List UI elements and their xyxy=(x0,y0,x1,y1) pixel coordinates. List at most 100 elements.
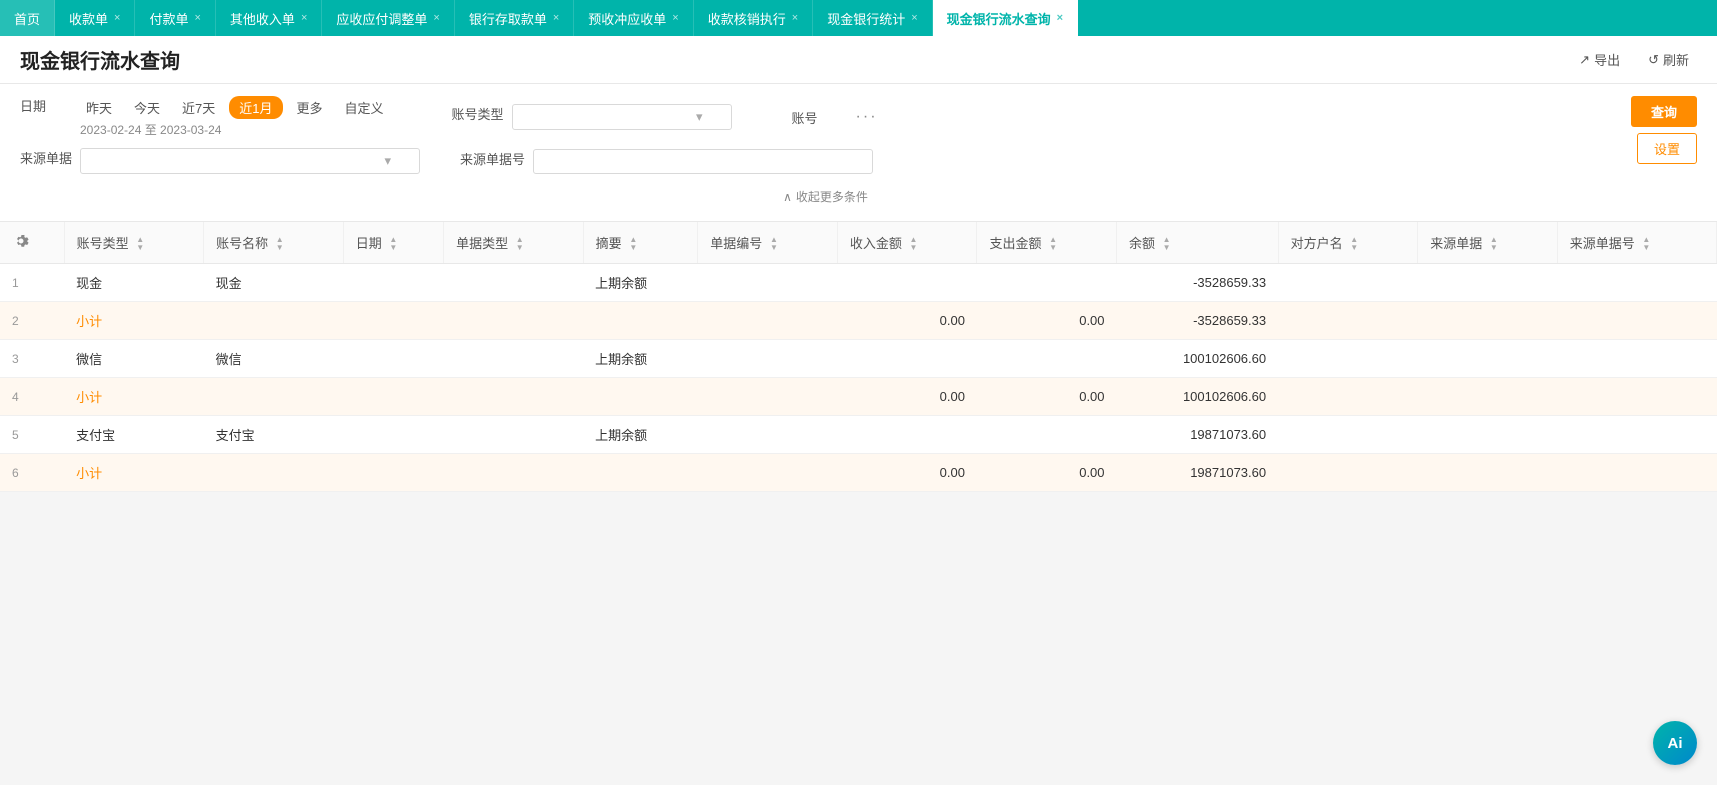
close-bank-stats-icon[interactable]: × xyxy=(911,12,917,24)
th-doc-type[interactable]: 单据类型 ▲▼ xyxy=(444,222,584,264)
close-payment-icon[interactable]: × xyxy=(194,12,200,24)
nav-bank-deposit[interactable]: 银行存取款单 × xyxy=(455,0,574,36)
nav-receipt[interactable]: 收款单 × xyxy=(55,0,135,36)
sort-counterpart[interactable]: ▲▼ xyxy=(1350,236,1358,252)
cell-income: 0.00 xyxy=(837,302,977,340)
cell-source-doc-no xyxy=(1557,454,1716,492)
cell-doc-no xyxy=(698,302,838,340)
th-account-name[interactable]: 账号名称 ▲▼ xyxy=(204,222,344,264)
table-row[interactable]: 4小计0.000.00100102606.60 xyxy=(0,378,1717,416)
cell-income: 0.00 xyxy=(837,378,977,416)
cell-doc-type xyxy=(444,378,584,416)
cell-balance: 100102606.60 xyxy=(1117,378,1279,416)
source-doc-select[interactable] xyxy=(80,148,420,174)
filter-row-2: 来源单据 来源单据号 xyxy=(20,148,1631,174)
sort-income[interactable]: ▲▼ xyxy=(910,236,918,252)
cell-doc-type xyxy=(444,302,584,340)
date-opt-today[interactable]: 今天 xyxy=(126,96,168,119)
date-opt-yesterday[interactable]: 昨天 xyxy=(78,96,120,119)
nav-payment[interactable]: 付款单 × xyxy=(135,0,215,36)
cell-account-name xyxy=(204,454,344,492)
ai-badge[interactable]: Ai xyxy=(1653,721,1697,765)
sort-expense[interactable]: ▲▼ xyxy=(1049,236,1057,252)
date-opt-1month[interactable]: 近1月 xyxy=(229,96,282,119)
close-collection-icon[interactable]: × xyxy=(792,12,798,24)
close-adjustment-icon[interactable]: × xyxy=(433,12,439,24)
nav-adjustment[interactable]: 应收应付调整单 × xyxy=(322,0,454,36)
date-options: 昨天 今天 近7天 近1月 更多 自定义 xyxy=(78,96,392,119)
th-income[interactable]: 收入金额 ▲▼ xyxy=(837,222,977,264)
close-bank-deposit-icon[interactable]: × xyxy=(553,12,559,24)
nav-other-income[interactable]: 其他收入单 × xyxy=(216,0,322,36)
close-prepay-icon[interactable]: × xyxy=(672,12,678,24)
account-type-select[interactable] xyxy=(512,104,732,130)
cell-doc-no xyxy=(698,416,838,454)
sort-source-doc[interactable]: ▲▼ xyxy=(1490,236,1498,252)
export-button[interactable]: ↗ 导出 xyxy=(1571,46,1628,73)
sort-source-doc-no[interactable]: ▲▼ xyxy=(1642,236,1650,252)
account-dots-button[interactable]: ··· xyxy=(850,108,884,126)
th-doc-no[interactable]: 单据编号 ▲▼ xyxy=(698,222,838,264)
nav-bank-flow[interactable]: 现金银行流水查询 × xyxy=(933,0,1078,36)
cell-date xyxy=(343,264,443,302)
cell-account-type: 小计 xyxy=(64,454,204,492)
th-expense[interactable]: 支出金额 ▲▼ xyxy=(977,222,1117,264)
collapse-bar[interactable]: ∧ 收起更多条件 xyxy=(20,184,1631,209)
date-opt-more[interactable]: 更多 xyxy=(289,96,331,119)
th-account-type[interactable]: 账号类型 ▲▼ xyxy=(64,222,204,264)
gear-icon[interactable] xyxy=(12,232,30,250)
cell-date xyxy=(343,378,443,416)
cell-account-name: 支付宝 xyxy=(204,416,344,454)
cell-counterpart xyxy=(1278,264,1418,302)
th-date[interactable]: 日期 ▲▼ xyxy=(343,222,443,264)
table-row[interactable]: 6小计0.000.0019871073.60 xyxy=(0,454,1717,492)
th-counterpart[interactable]: 对方户名 ▲▼ xyxy=(1278,222,1418,264)
sort-doc-type[interactable]: ▲▼ xyxy=(516,236,524,252)
th-summary-label: 摘要 xyxy=(596,236,622,251)
sort-date[interactable]: ▲▼ xyxy=(389,236,397,252)
query-button[interactable]: 查询 xyxy=(1631,96,1697,127)
close-bank-flow-icon[interactable]: × xyxy=(1057,12,1063,24)
nav-bank-stats[interactable]: 现金银行统计 × xyxy=(813,0,932,36)
nav-home[interactable]: 首页 xyxy=(0,0,55,36)
cell-date xyxy=(343,340,443,378)
date-opt-7days[interactable]: 近7天 xyxy=(174,96,223,119)
refresh-button[interactable]: ↺ 刷新 xyxy=(1640,46,1697,73)
sort-balance[interactable]: ▲▼ xyxy=(1163,236,1171,252)
date-opt-custom[interactable]: 自定义 xyxy=(337,96,392,119)
nav-prepay[interactable]: 预收冲应收单 × xyxy=(574,0,693,36)
cell-doc-no xyxy=(698,454,838,492)
th-summary[interactable]: 摘要 ▲▼ xyxy=(583,222,698,264)
cell-balance: -3528659.33 xyxy=(1117,264,1279,302)
th-expense-label: 支出金额 xyxy=(989,236,1041,251)
sort-doc-no[interactable]: ▲▼ xyxy=(770,236,778,252)
table-row[interactable]: 3微信微信上期余额100102606.60 xyxy=(0,340,1717,378)
sort-summary[interactable]: ▲▼ xyxy=(629,236,637,252)
th-source-doc-label: 来源单据 xyxy=(1430,236,1482,251)
th-source-doc-no[interactable]: 来源单据号 ▲▼ xyxy=(1557,222,1716,264)
close-receipt-icon[interactable]: × xyxy=(114,12,120,24)
cell-source-doc xyxy=(1418,264,1558,302)
cell-source-doc-no xyxy=(1557,378,1716,416)
th-balance[interactable]: 余额 ▲▼ xyxy=(1117,222,1279,264)
cell-balance: -3528659.33 xyxy=(1117,302,1279,340)
table-row[interactable]: 1现金现金上期余额-3528659.33 xyxy=(0,264,1717,302)
source-doc-no-label: 来源单据号 xyxy=(460,149,525,168)
source-doc-no-input[interactable] xyxy=(533,149,873,174)
table-row[interactable]: 2小计0.000.00-3528659.33 xyxy=(0,302,1717,340)
close-other-income-icon[interactable]: × xyxy=(301,12,307,24)
cell-doc-type xyxy=(444,340,584,378)
table-row[interactable]: 5支付宝支付宝上期余额19871073.60 xyxy=(0,416,1717,454)
th-source-doc[interactable]: 来源单据 ▲▼ xyxy=(1418,222,1558,264)
sort-account-type[interactable]: ▲▼ xyxy=(136,236,144,252)
cell-account-type: 支付宝 xyxy=(64,416,204,454)
export-icon: ↗ xyxy=(1579,52,1590,68)
th-doc-no-label: 单据编号 xyxy=(710,236,762,251)
cell-source-doc-no xyxy=(1557,264,1716,302)
sort-account-name[interactable]: ▲▼ xyxy=(276,236,284,252)
cell-counterpart xyxy=(1278,340,1418,378)
nav-collection[interactable]: 收款核销执行 × xyxy=(694,0,813,36)
source-doc-no-filter-group: 来源单据号 xyxy=(460,149,873,174)
settings-button[interactable]: 设置 xyxy=(1637,133,1697,164)
account-label: 账号 xyxy=(792,108,842,127)
